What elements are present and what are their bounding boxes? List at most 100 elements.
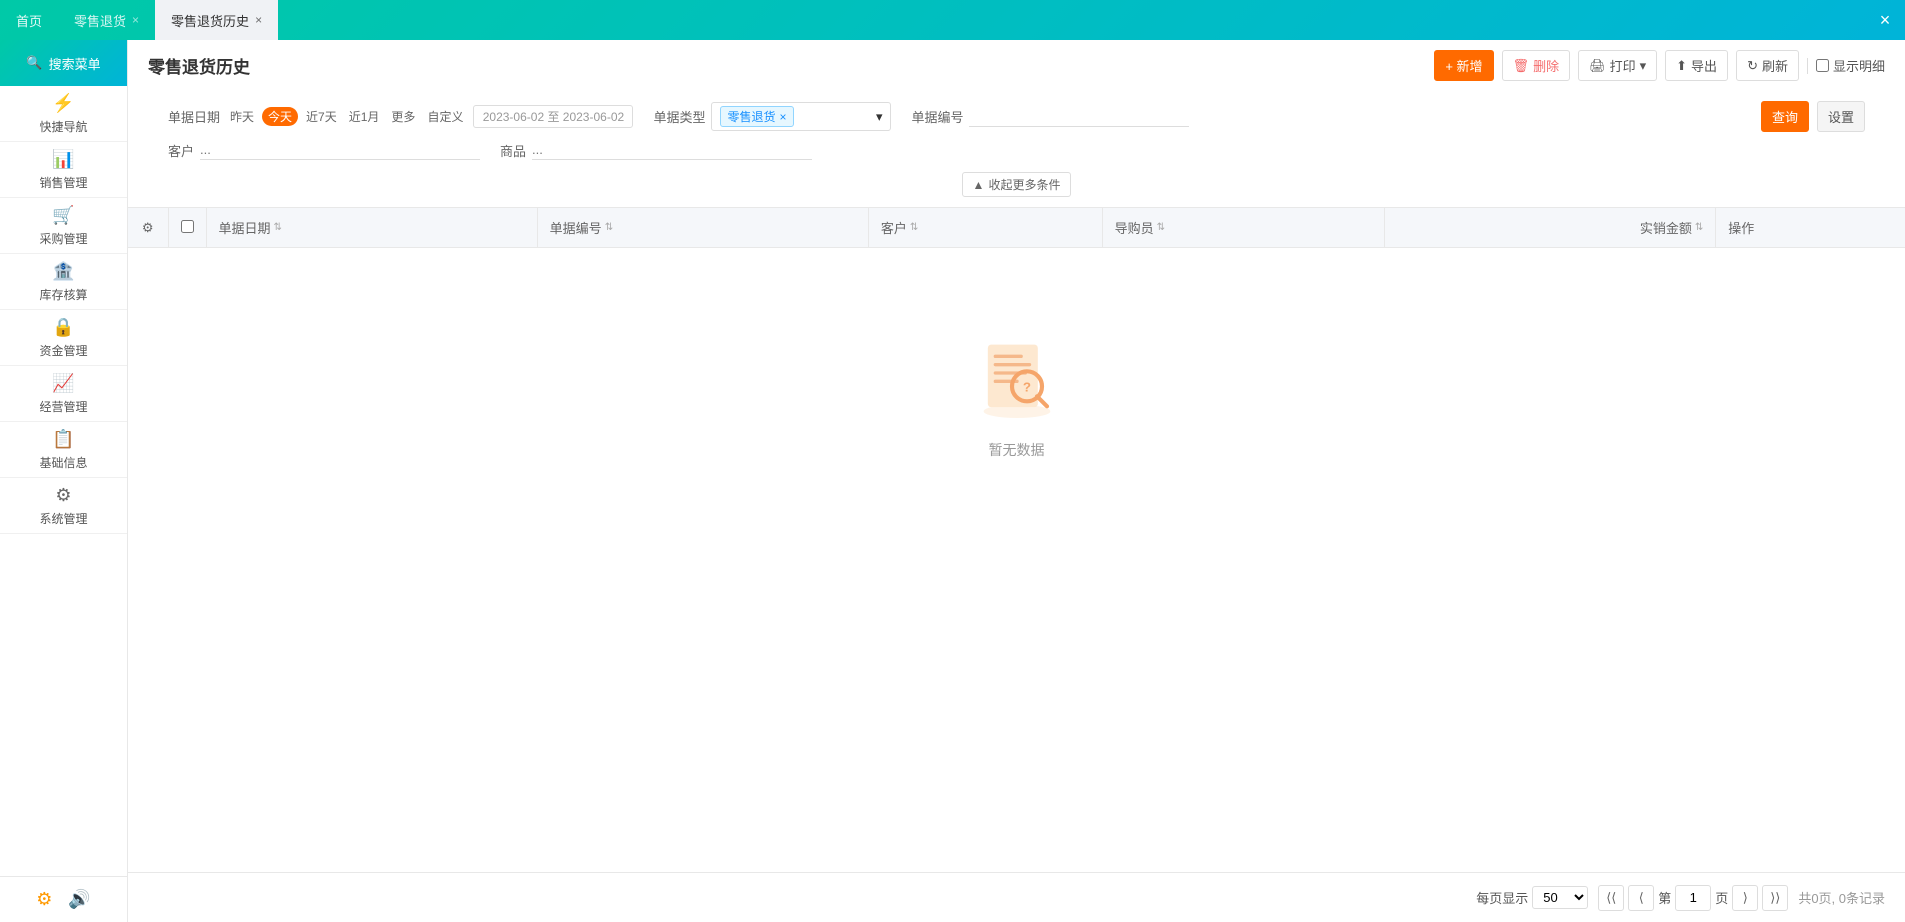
filter-goods-item: 商品 bbox=[500, 140, 812, 160]
amount-sort-icon[interactable]: ⇅ bbox=[1695, 222, 1703, 233]
settings-bottom-icon[interactable]: ⚙ bbox=[36, 889, 52, 910]
collapse-row: ▲ 收起更多条件 bbox=[168, 168, 1865, 197]
delete-button-label: 删除 bbox=[1533, 56, 1559, 75]
page-prev-button[interactable]: ⟨ bbox=[1628, 885, 1654, 911]
sidebar-item-quick-nav-label: 快捷导航 bbox=[39, 118, 87, 135]
page-next-button[interactable]: ⟩ bbox=[1732, 885, 1758, 911]
page-size-select: 每页显示 50 10 20 100 bbox=[1476, 886, 1588, 909]
th-action: 操作 bbox=[1716, 208, 1905, 248]
filter-action-buttons: 查询 设置 bbox=[1761, 101, 1865, 132]
tab-retail-return[interactable]: 零售退货 × bbox=[58, 0, 155, 40]
print-button[interactable]: 🖨 打印 ▾ bbox=[1578, 50, 1657, 81]
page-title-row: 零售退货历史 + 新增 🗑 删除 🖨 打印 ▾ ⬆ bbox=[148, 50, 1885, 81]
filter-goods-input[interactable] bbox=[532, 142, 732, 157]
tab-home-label: 首页 bbox=[16, 11, 42, 30]
doc-date-sort-icon[interactable]: ⇅ bbox=[274, 222, 282, 233]
filter-docno-input[interactable] bbox=[969, 109, 1169, 124]
filter-doctype-label: 单据类型 bbox=[653, 107, 705, 126]
filter-doctype-item: 单据类型 零售退货 × ▾ bbox=[653, 102, 891, 131]
table-wrap: ⚙ 单据日期 ⇅ 单据编号 bbox=[128, 208, 1905, 872]
sales-mgmt-icon: 📊 bbox=[52, 149, 74, 170]
export-button[interactable]: ⬆ 导出 bbox=[1665, 50, 1728, 81]
main-layout: 🔍 搜索菜单 ⚡ 快捷导航 📊 销售管理 🛒 采购管理 🏦 库存核算 🔒 bbox=[0, 40, 1905, 922]
sidebar: 🔍 搜索菜单 ⚡ 快捷导航 📊 销售管理 🛒 采购管理 🏦 库存核算 🔒 bbox=[0, 40, 128, 922]
tab-home[interactable]: 首页 bbox=[0, 0, 58, 40]
filter-customer-input[interactable] bbox=[200, 142, 400, 157]
settings-button[interactable]: 设置 bbox=[1817, 101, 1865, 132]
guide-sort-icon[interactable]: ⇅ bbox=[1157, 222, 1165, 233]
finance-icon: 🔒 bbox=[52, 317, 74, 338]
date-shortcuts: 昨天 今天 近7天 近1月 更多 自定义 bbox=[226, 107, 467, 126]
th-settings[interactable]: ⚙ bbox=[128, 208, 168, 248]
filter-date-item: 单据日期 昨天 今天 近7天 近1月 更多 自定义 2023-06-02 至 2… bbox=[168, 105, 633, 128]
th-checkbox[interactable] bbox=[168, 208, 206, 248]
date-shortcut-custom[interactable]: 自定义 bbox=[423, 107, 467, 126]
show-detail-label: 显示明细 bbox=[1833, 56, 1885, 75]
table-header-row: ⚙ 单据日期 ⇅ 单据编号 bbox=[128, 208, 1905, 248]
customer-sort-icon[interactable]: ⇅ bbox=[910, 222, 918, 233]
speaker-bottom-icon[interactable]: 🔊 bbox=[68, 889, 90, 910]
sidebar-item-sales-mgmt-label: 销售管理 bbox=[39, 174, 87, 191]
purchase-mgmt-icon: 🛒 bbox=[52, 205, 74, 226]
tab-retail-return-close[interactable]: × bbox=[132, 13, 139, 27]
empty-text: 暂无数据 bbox=[989, 440, 1045, 460]
page-last-button[interactable]: ⟩⟩ bbox=[1762, 885, 1788, 911]
sidebar-item-finance[interactable]: 🔒 资金管理 bbox=[0, 310, 127, 366]
settings-icon: ⚙ bbox=[142, 220, 154, 235]
search-icon: 🔍 bbox=[26, 55, 42, 71]
sidebar-item-operation[interactable]: 📈 经营管理 bbox=[0, 366, 127, 422]
tab-retail-return-history-close[interactable]: × bbox=[255, 13, 262, 27]
doctype-tag: 零售退货 × bbox=[720, 106, 793, 127]
delete-button[interactable]: 🗑 删除 bbox=[1502, 50, 1571, 81]
main-content: 零售退货历史 + 新增 🗑 删除 🖨 打印 ▾ ⬆ bbox=[128, 40, 1905, 922]
doctype-select-content: 零售退货 × bbox=[720, 106, 793, 127]
date-shortcut-today[interactable]: 今天 bbox=[262, 107, 298, 126]
svg-text:?: ? bbox=[1022, 379, 1030, 394]
filter-doctype-select[interactable]: 零售退货 × ▾ bbox=[711, 102, 891, 131]
filter-row-1: 单据日期 昨天 今天 近7天 近1月 更多 自定义 2023-06-02 至 2… bbox=[168, 101, 1865, 132]
date-shortcut-1month[interactable]: 近1月 bbox=[345, 107, 384, 126]
tab-retail-return-history[interactable]: 零售退货历史 × bbox=[155, 0, 278, 40]
show-detail-checkbox-wrap[interactable]: 显示明细 bbox=[1816, 56, 1885, 75]
date-shortcut-more[interactable]: 更多 bbox=[387, 107, 419, 126]
collapse-button[interactable]: ▲ 收起更多条件 bbox=[962, 172, 1072, 197]
page-first-button[interactable]: ⟨⟨ bbox=[1598, 885, 1624, 911]
sidebar-item-sys-mgmt[interactable]: ⚙ 系统管理 bbox=[0, 478, 127, 534]
th-doc-no-label: 单据编号 bbox=[550, 218, 602, 237]
date-shortcut-7days[interactable]: 近7天 bbox=[302, 107, 341, 126]
doc-no-sort-icon[interactable]: ⇅ bbox=[605, 222, 613, 233]
sidebar-item-quick-nav[interactable]: ⚡ 快捷导航 bbox=[0, 86, 127, 142]
filter-customer-item: 客户 bbox=[168, 140, 480, 160]
quick-nav-icon: ⚡ bbox=[52, 93, 74, 114]
refresh-button[interactable]: ↻ 刷新 bbox=[1736, 50, 1799, 81]
window-close-button[interactable]: × bbox=[1865, 0, 1905, 40]
new-button-label: + 新增 bbox=[1445, 56, 1482, 75]
filter-area: 单据日期 昨天 今天 近7天 近1月 更多 自定义 2023-06-02 至 2… bbox=[148, 91, 1885, 207]
filter-goods-label: 商品 bbox=[500, 141, 526, 160]
doctype-tag-close[interactable]: × bbox=[779, 110, 786, 124]
sidebar-search[interactable]: 🔍 搜索菜单 bbox=[0, 40, 127, 86]
select-all-checkbox[interactable] bbox=[181, 220, 194, 233]
new-button[interactable]: + 新增 bbox=[1434, 50, 1493, 81]
page-input[interactable] bbox=[1675, 885, 1711, 911]
print-icon: 🖨 bbox=[1589, 58, 1606, 74]
collapse-up-icon: ▲ bbox=[973, 178, 985, 192]
page-size-dropdown[interactable]: 50 10 20 100 bbox=[1532, 886, 1588, 909]
th-amount-label: 实销金额 bbox=[1640, 218, 1692, 237]
th-doc-no: 单据编号 ⇅ bbox=[537, 208, 868, 248]
sidebar-item-sales-mgmt[interactable]: 📊 销售管理 bbox=[0, 142, 127, 198]
sidebar-item-inventory[interactable]: 🏦 库存核算 bbox=[0, 254, 127, 310]
sidebar-item-basic-info[interactable]: 📋 基础信息 bbox=[0, 422, 127, 478]
sidebar-search-label: 搜索菜单 bbox=[49, 54, 101, 73]
date-range-input[interactable]: 2023-06-02 至 2023-06-02 bbox=[473, 105, 633, 128]
sys-mgmt-icon: ⚙ bbox=[55, 485, 71, 506]
query-button[interactable]: 查询 bbox=[1761, 101, 1809, 132]
sidebar-item-purchase-mgmt[interactable]: 🛒 采购管理 bbox=[0, 198, 127, 254]
th-customer: 客户 ⇅ bbox=[868, 208, 1102, 248]
sidebar-item-purchase-mgmt-label: 采购管理 bbox=[39, 230, 87, 247]
main-table: ⚙ 单据日期 ⇅ 单据编号 bbox=[128, 208, 1905, 540]
page-word: 第 bbox=[1658, 888, 1671, 907]
date-shortcut-yesterday[interactable]: 昨天 bbox=[226, 107, 258, 126]
filter-date-label: 单据日期 bbox=[168, 107, 220, 126]
show-detail-checkbox[interactable] bbox=[1816, 59, 1829, 72]
